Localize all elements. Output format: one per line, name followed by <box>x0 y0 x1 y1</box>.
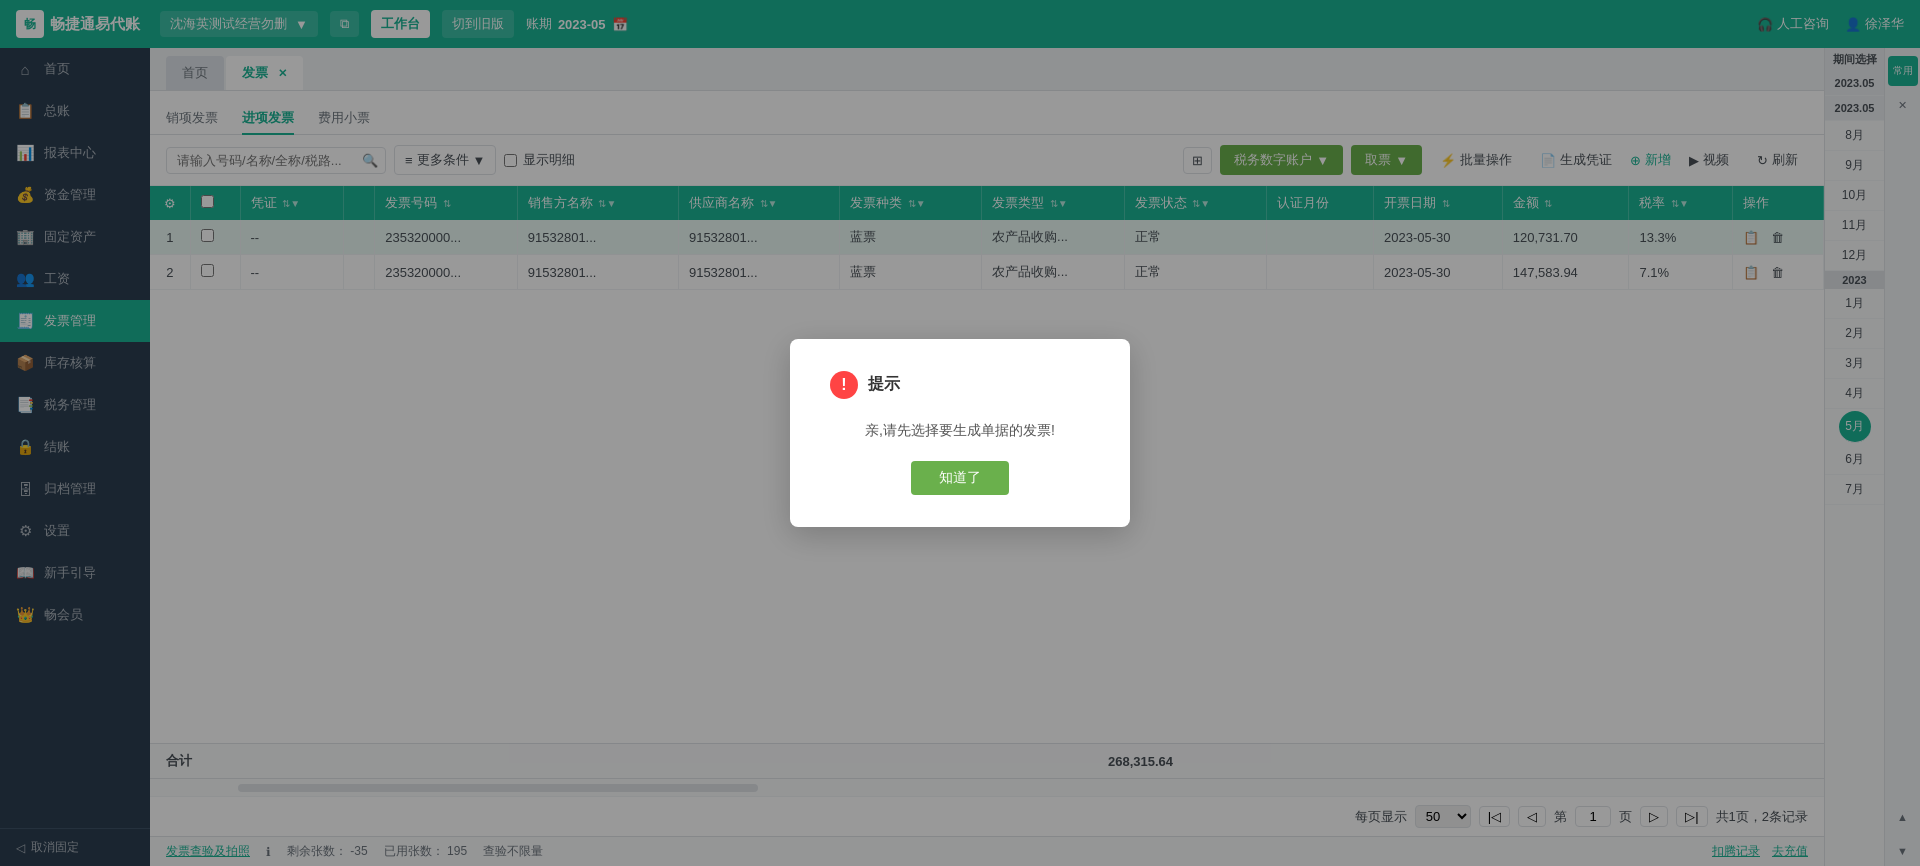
modal-title: 提示 <box>868 374 900 395</box>
modal-warning-icon: ! <box>830 371 858 399</box>
modal-overlay[interactable]: ! 提示 亲,请先选择要生成单据的发票! 知道了 <box>0 0 1920 866</box>
modal-box: ! 提示 亲,请先选择要生成单据的发票! 知道了 <box>790 339 1130 527</box>
modal-message: 亲,请先选择要生成单据的发票! <box>865 419 1055 441</box>
modal-confirm-button[interactable]: 知道了 <box>911 461 1009 495</box>
modal-title-row: ! 提示 <box>830 371 1090 399</box>
